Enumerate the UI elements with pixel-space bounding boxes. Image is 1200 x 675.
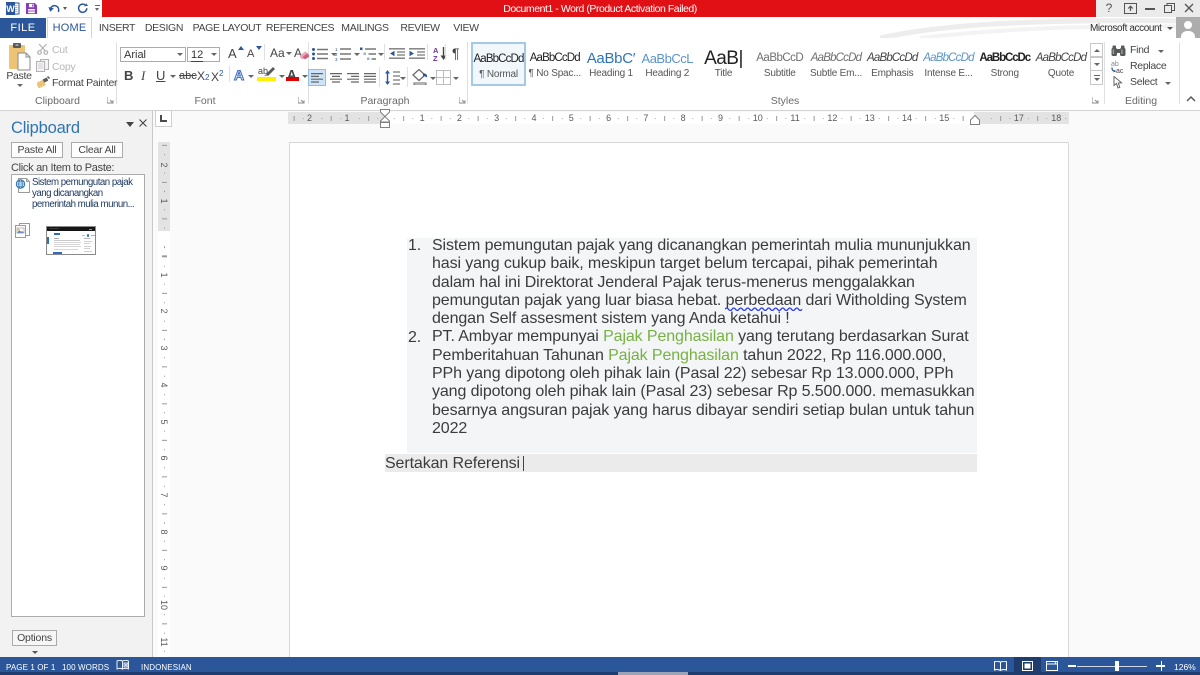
svg-text:W: W xyxy=(6,4,15,14)
svg-text:3: 3 xyxy=(335,57,338,61)
svg-text:ac: ac xyxy=(1116,68,1124,73)
svg-text:Z: Z xyxy=(433,54,438,61)
svg-text:ab: ab xyxy=(1111,61,1119,68)
